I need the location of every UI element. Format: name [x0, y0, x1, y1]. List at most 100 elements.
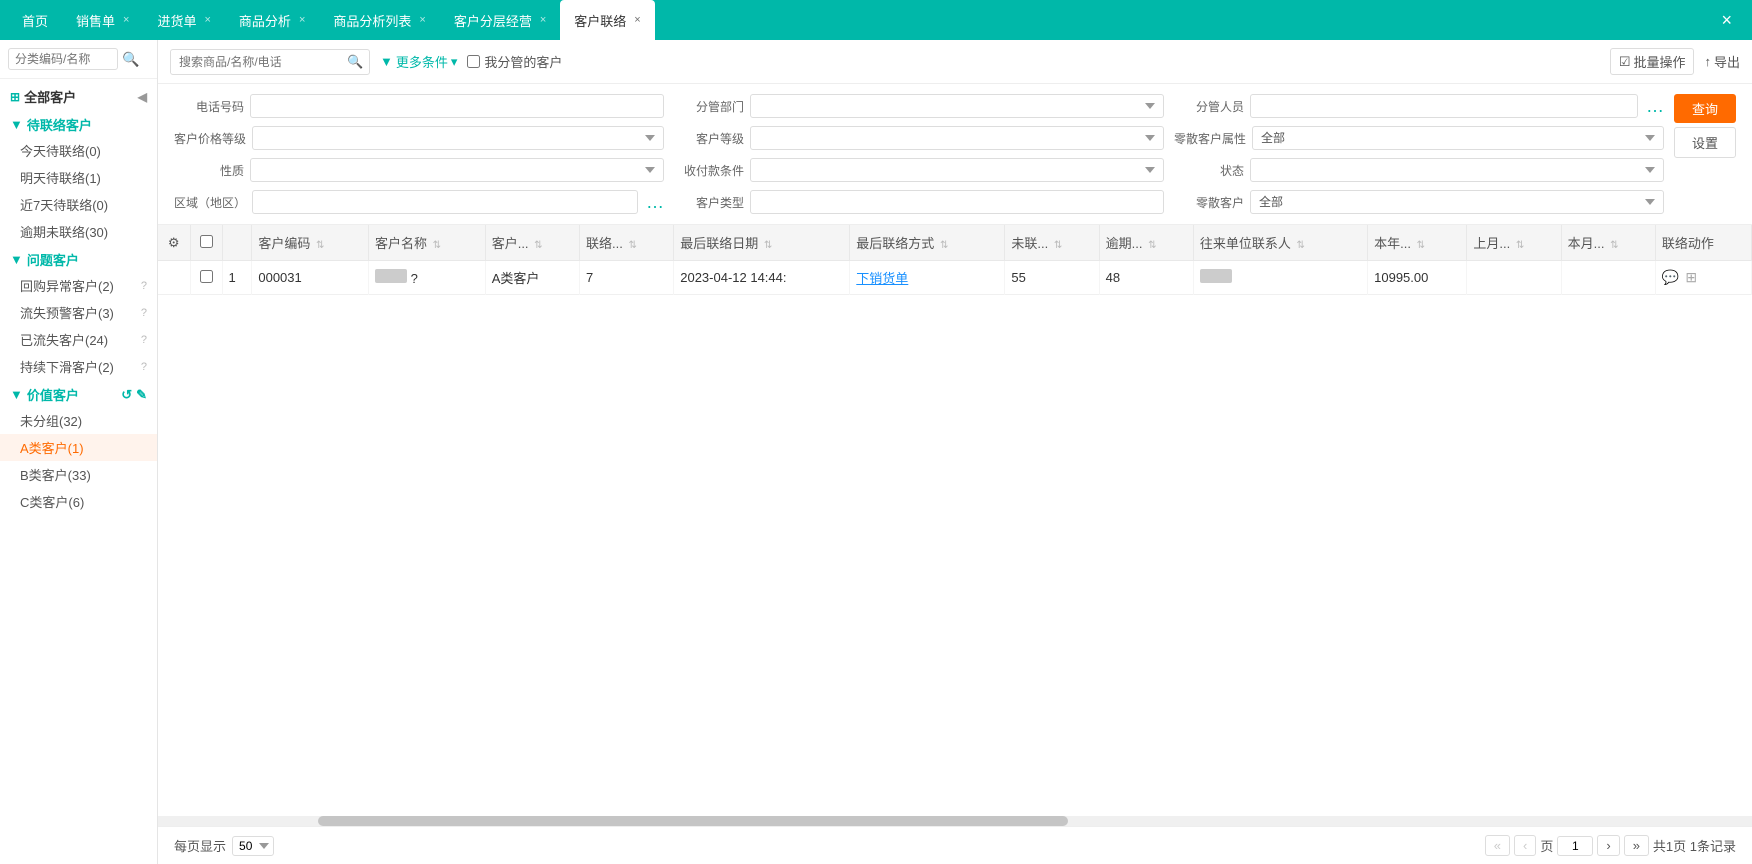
page-label: 页	[1540, 836, 1553, 855]
last-page-btn[interactable]: »	[1624, 835, 1649, 856]
col-contact-count[interactable]: 联络... ⇅	[579, 225, 673, 261]
row-select-checkbox[interactable]	[200, 270, 213, 283]
export-btn[interactable]: ↑ 导出	[1704, 52, 1740, 71]
contact-method-link[interactable]: 下销货单	[856, 271, 908, 286]
manager-more-btn[interactable]: …	[1646, 96, 1664, 117]
message-icon[interactable]: 💬	[1662, 269, 1679, 286]
nav-tab-customer-seg[interactable]: 客户分层经营 ×	[440, 0, 560, 40]
nav-tab-analysis-list[interactable]: 商品分析列表 ×	[319, 0, 439, 40]
close-window-btn[interactable]: ×	[1709, 10, 1744, 31]
my-customers-checkbox[interactable]	[467, 55, 480, 68]
sidebar-item-tomorrow[interactable]: 明天待联络(1)	[0, 164, 157, 191]
settings-btn[interactable]: 设置	[1674, 127, 1736, 158]
nav-home[interactable]: 首页	[8, 0, 62, 40]
col-customer-type[interactable]: 客户... ⇅	[485, 225, 579, 261]
sidebar-search-icon[interactable]: 🔍	[122, 51, 139, 68]
grid-icon: ⊞	[10, 90, 20, 104]
customer-type-label: 客户类型	[674, 194, 744, 211]
main-search-input[interactable]	[171, 51, 341, 73]
nature-select[interactable]	[250, 158, 664, 182]
col-settings[interactable]: ⚙	[158, 225, 190, 261]
sidebar-item-7days[interactable]: 近7天待联络(0)	[0, 191, 157, 218]
row-last-month	[1467, 261, 1561, 295]
close-purchase-tab[interactable]: ×	[204, 14, 210, 26]
nav-tab-analysis[interactable]: 商品分析 ×	[225, 0, 319, 40]
retail-label: 零散客户	[1174, 194, 1244, 211]
region-input[interactable]	[252, 190, 638, 214]
col-customer-name[interactable]: 客户名称 ⇅	[369, 225, 486, 261]
filter-row-4: 区域（地区） … 客户类型 零散客户 全部	[174, 190, 1664, 214]
per-page-select[interactable]: 50	[232, 836, 274, 856]
col-historical[interactable]: 往来单位联系人 ⇅	[1193, 225, 1367, 261]
nav-tab-purchase[interactable]: 进货单 ×	[143, 0, 224, 40]
close-analysis-tab[interactable]: ×	[299, 14, 305, 26]
all-customers-header[interactable]: ⊞ 全部客户 ◀	[0, 79, 157, 110]
scroll-thumb[interactable]	[318, 816, 1068, 826]
row-overdue: 48	[1099, 261, 1193, 295]
collapse-btn[interactable]: ◀	[138, 90, 147, 104]
customer-level-select[interactable]	[750, 126, 1164, 150]
col-not-contacted[interactable]: 未联... ⇅	[1005, 225, 1099, 261]
main-search-box: 🔍	[170, 49, 370, 75]
nav-tab-customer-contact[interactable]: 客户联络 ×	[560, 0, 654, 40]
close-customer-contact-tab[interactable]: ×	[634, 14, 640, 26]
sidebar-item-declining[interactable]: 持续下滑客户(2) ?	[0, 353, 157, 380]
select-all-checkbox[interactable]	[200, 235, 213, 248]
dept-label: 分管部门	[674, 98, 744, 115]
prev-page-btn[interactable]: ‹	[1514, 835, 1536, 856]
status-select[interactable]	[1250, 158, 1664, 182]
row-index: 1	[222, 261, 252, 295]
row-this-year: 10995.00	[1368, 261, 1467, 295]
hist-block	[1200, 269, 1232, 283]
col-this-year[interactable]: 本年... ⇅	[1368, 225, 1467, 261]
close-sales-tab[interactable]: ×	[123, 14, 129, 26]
batch-op-btn[interactable]: ☑ 批量操作	[1610, 48, 1695, 75]
col-overdue[interactable]: 逾期... ⇅	[1099, 225, 1193, 261]
col-last-contact-method[interactable]: 最后联络方式 ⇅	[850, 225, 1005, 261]
query-btn[interactable]: 查询	[1674, 94, 1736, 123]
row-customer-code: 000031	[252, 261, 369, 295]
content-area: 🔍 ▼ 更多条件 ▾ 我分管的客户 ☑ 批量操作 ↑ 导出	[158, 40, 1752, 864]
page-number-input[interactable]	[1557, 836, 1593, 856]
refresh-icon[interactable]: ↺	[121, 387, 132, 403]
sidebar-item-abnormal[interactable]: 回购异常客户(2) ?	[0, 272, 157, 299]
close-customer-seg-tab[interactable]: ×	[540, 14, 546, 26]
total-text: 共1页 1条记录	[1653, 836, 1736, 855]
sidebar-item-overdue[interactable]: 逾期未联络(30)	[0, 218, 157, 245]
col-this-month[interactable]: 本月... ⇅	[1561, 225, 1655, 261]
horizontal-scrollbar[interactable]	[158, 816, 1752, 826]
sidebar-item-class-a[interactable]: A类客户(1)	[0, 434, 157, 461]
sort-icon-name: ⇅	[433, 240, 441, 251]
phone-input[interactable]	[250, 94, 664, 118]
sidebar-item-class-b[interactable]: B类客户(33)	[0, 461, 157, 488]
row-settings	[158, 261, 190, 295]
col-contact-action: 联络动作	[1655, 225, 1751, 261]
region-more-btn[interactable]: …	[646, 192, 664, 213]
payment-select[interactable]	[750, 158, 1164, 182]
edit-icon[interactable]: ✎	[136, 387, 147, 403]
sidebar-item-lost-warning[interactable]: 流失预警客户(3) ?	[0, 299, 157, 326]
retail-attr-select[interactable]: 全部	[1252, 126, 1664, 150]
col-customer-code[interactable]: 客户编码 ⇅	[252, 225, 369, 261]
manager-input[interactable]	[1250, 94, 1638, 118]
dept-select[interactable]	[750, 94, 1164, 118]
main-search-btn[interactable]: 🔍	[341, 50, 369, 74]
col-last-month[interactable]: 上月... ⇅	[1467, 225, 1561, 261]
sidebar-search-input[interactable]	[8, 48, 118, 70]
nav-tab-sales[interactable]: 销售单 ×	[62, 0, 143, 40]
retail-select[interactable]: 全部	[1250, 190, 1664, 214]
first-page-btn[interactable]: «	[1485, 835, 1510, 856]
row-this-month	[1561, 261, 1655, 295]
more-filters-btn[interactable]: ▼ 更多条件 ▾	[380, 52, 457, 71]
col-last-contact-date[interactable]: 最后联络日期 ⇅	[674, 225, 850, 261]
sidebar-item-lost[interactable]: 已流失客户(24) ?	[0, 326, 157, 353]
sidebar-item-today[interactable]: 今天待联络(0)	[0, 137, 157, 164]
toolbar-right: ☑ 批量操作 ↑ 导出	[1610, 48, 1740, 75]
sidebar-item-class-c[interactable]: C类客户(6)	[0, 488, 157, 515]
next-page-btn[interactable]: ›	[1597, 835, 1619, 856]
sidebar-item-ungrouped[interactable]: 未分组(32)	[0, 407, 157, 434]
close-analysis-list-tab[interactable]: ×	[419, 14, 425, 26]
customer-type-input[interactable]	[750, 190, 1164, 214]
qr-icon[interactable]: ⊞	[1685, 269, 1697, 286]
price-level-select[interactable]	[252, 126, 664, 150]
